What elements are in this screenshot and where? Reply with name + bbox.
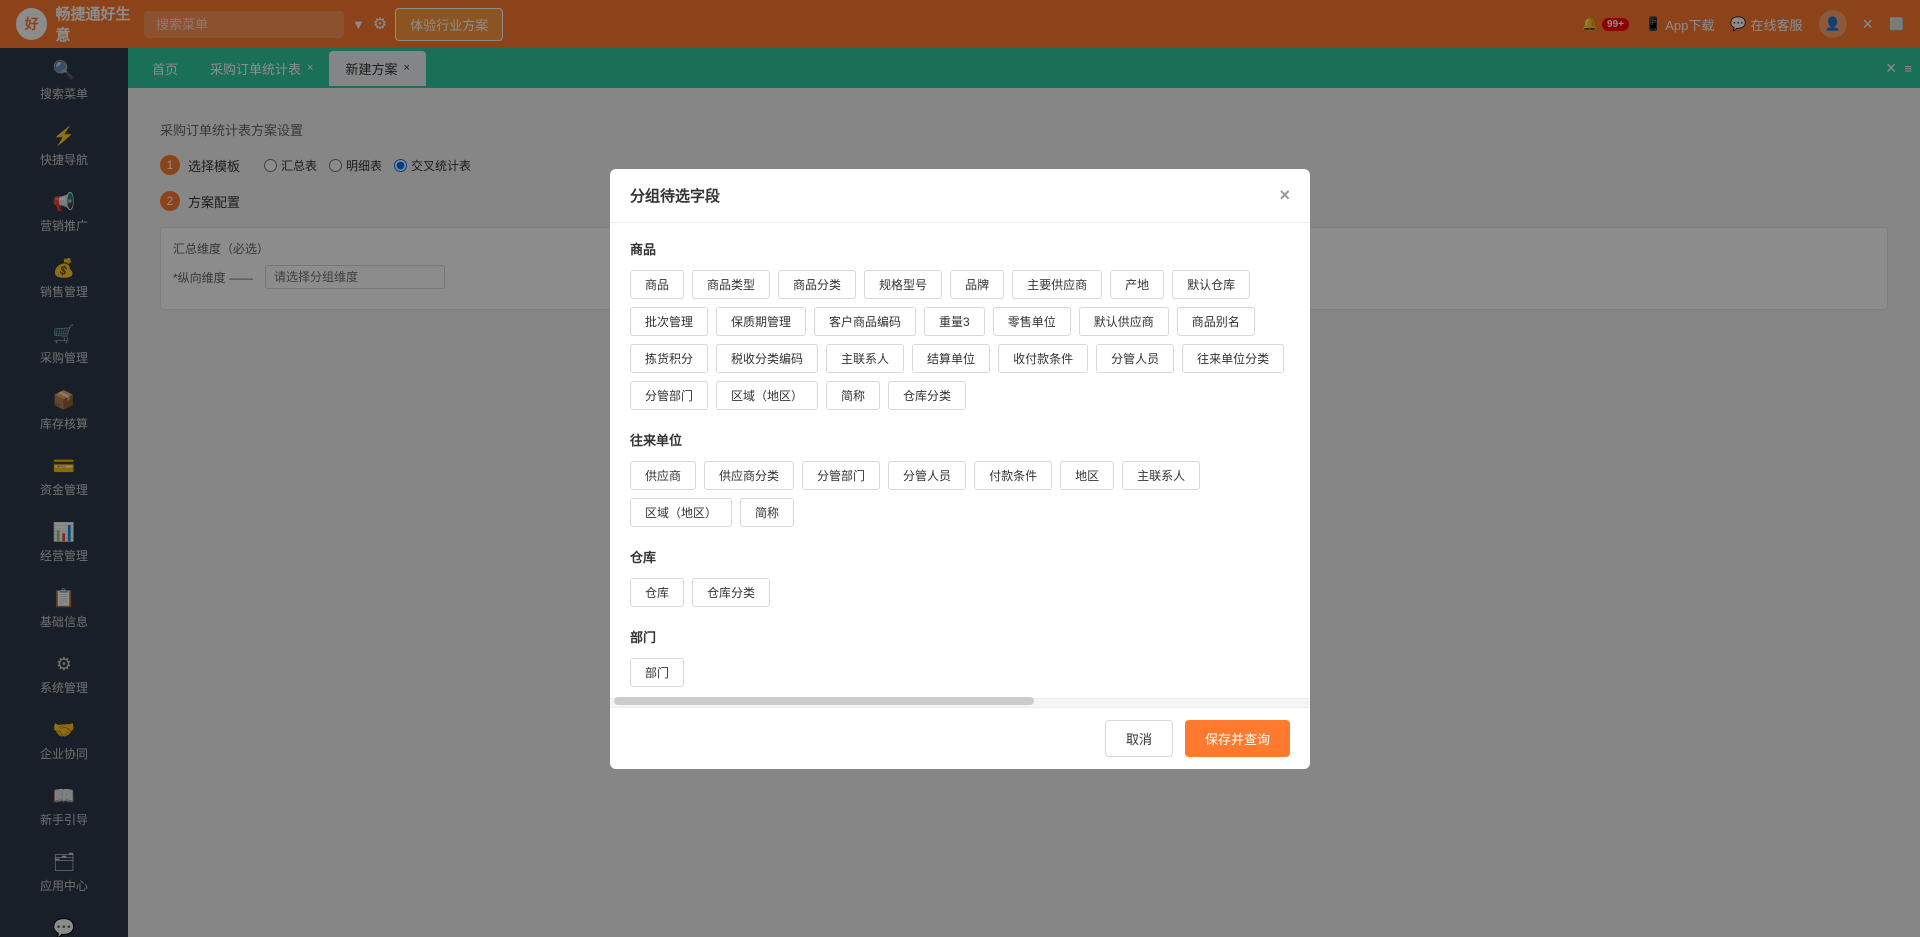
field-tag-0-0[interactable]: 商品 xyxy=(630,270,684,299)
section-3: 部门部门 xyxy=(630,627,1290,687)
field-tag-0-12[interactable]: 零售单位 xyxy=(993,307,1071,336)
field-tags-0: 商品商品类型商品分类规格型号品牌主要供应商产地默认仓库批次管理保质期管理客户商品… xyxy=(630,270,1290,410)
field-tag-0-14[interactable]: 商品别名 xyxy=(1177,307,1255,336)
field-tag-1-2[interactable]: 分管部门 xyxy=(802,461,880,490)
modal-close-btn[interactable]: × xyxy=(1279,186,1290,204)
field-tag-3-0[interactable]: 部门 xyxy=(630,658,684,687)
section-title-1: 往来单位 xyxy=(630,430,1290,449)
field-tags-2: 仓库仓库分类 xyxy=(630,578,1290,607)
modal-horizontal-scrollbar[interactable] xyxy=(610,698,1310,706)
cancel-button[interactable]: 取消 xyxy=(1105,720,1173,757)
modal-footer: 取消 保存并查询 xyxy=(610,707,1310,769)
field-tag-1-7[interactable]: 区域（地区） xyxy=(630,498,732,527)
field-tag-0-23[interactable]: 区域（地区） xyxy=(716,381,818,410)
field-tag-1-6[interactable]: 主联系人 xyxy=(1122,461,1200,490)
confirm-button[interactable]: 保存并查询 xyxy=(1185,720,1290,757)
field-tags-3: 部门 xyxy=(630,658,1290,687)
section-0: 商品商品商品类型商品分类规格型号品牌主要供应商产地默认仓库批次管理保质期管理客户… xyxy=(630,239,1290,410)
modal-body[interactable]: 商品商品商品类型商品分类规格型号品牌主要供应商产地默认仓库批次管理保质期管理客户… xyxy=(610,223,1310,699)
field-tag-1-8[interactable]: 简称 xyxy=(740,498,794,527)
field-tag-2-0[interactable]: 仓库 xyxy=(630,578,684,607)
field-tag-1-3[interactable]: 分管人员 xyxy=(888,461,966,490)
field-tag-0-15[interactable]: 拣货积分 xyxy=(630,344,708,373)
field-select-modal: 分组待选字段 × 商品商品商品类型商品分类规格型号品牌主要供应商产地默认仓库批次… xyxy=(610,169,1310,769)
field-tag-0-1[interactable]: 商品类型 xyxy=(692,270,770,299)
field-tag-0-8[interactable]: 批次管理 xyxy=(630,307,708,336)
modal-header: 分组待选字段 × xyxy=(610,169,1310,223)
section-1: 往来单位供应商供应商分类分管部门分管人员付款条件地区主联系人区域（地区） 简称 xyxy=(630,430,1290,527)
field-tag-1-0[interactable]: 供应商 xyxy=(630,461,696,490)
field-tag-0-19[interactable]: 收付款条件 xyxy=(998,344,1088,373)
field-tag-0-2[interactable]: 商品分类 xyxy=(778,270,856,299)
field-tags-1: 供应商供应商分类分管部门分管人员付款条件地区主联系人区域（地区） 简称 xyxy=(630,461,1290,527)
field-tag-0-7[interactable]: 默认仓库 xyxy=(1172,270,1250,299)
field-tag-0-4[interactable]: 品牌 xyxy=(950,270,1004,299)
field-tag-0-11[interactable]: 重量3 xyxy=(924,307,985,336)
field-tag-0-20[interactable]: 分管人员 xyxy=(1096,344,1174,373)
field-tag-0-5[interactable]: 主要供应商 xyxy=(1012,270,1102,299)
field-tag-1-4[interactable]: 付款条件 xyxy=(974,461,1052,490)
field-tag-0-24[interactable]: 简称 xyxy=(826,381,880,410)
field-tag-0-25[interactable]: 仓库分类 xyxy=(888,381,966,410)
section-title-3: 部门 xyxy=(630,627,1290,646)
field-tag-1-5[interactable]: 地区 xyxy=(1060,461,1114,490)
field-tag-0-13[interactable]: 默认供应商 xyxy=(1079,307,1169,336)
field-tag-0-6[interactable]: 产地 xyxy=(1110,270,1164,299)
modal-overlay: 分组待选字段 × 商品商品商品类型商品分类规格型号品牌主要供应商产地默认仓库批次… xyxy=(0,0,1920,937)
field-tag-0-18[interactable]: 结算单位 xyxy=(912,344,990,373)
field-tag-0-3[interactable]: 规格型号 xyxy=(864,270,942,299)
field-tag-2-1[interactable]: 仓库分类 xyxy=(692,578,770,607)
section-2: 仓库仓库仓库分类 xyxy=(630,547,1290,607)
field-tag-1-1[interactable]: 供应商分类 xyxy=(704,461,794,490)
modal-hscroll-thumb xyxy=(614,697,1034,705)
field-tag-0-17[interactable]: 主联系人 xyxy=(826,344,904,373)
section-title-0: 商品 xyxy=(630,239,1290,258)
field-tag-0-10[interactable]: 客户商品编码 xyxy=(814,307,916,336)
section-title-2: 仓库 xyxy=(630,547,1290,566)
modal-title: 分组待选字段 xyxy=(630,185,720,206)
field-tag-0-21[interactable]: 往来单位分类 xyxy=(1182,344,1284,373)
field-tag-0-9[interactable]: 保质期管理 xyxy=(716,307,806,336)
field-tag-0-22[interactable]: 分管部门 xyxy=(630,381,708,410)
field-tag-0-16[interactable]: 税收分类编码 xyxy=(716,344,818,373)
